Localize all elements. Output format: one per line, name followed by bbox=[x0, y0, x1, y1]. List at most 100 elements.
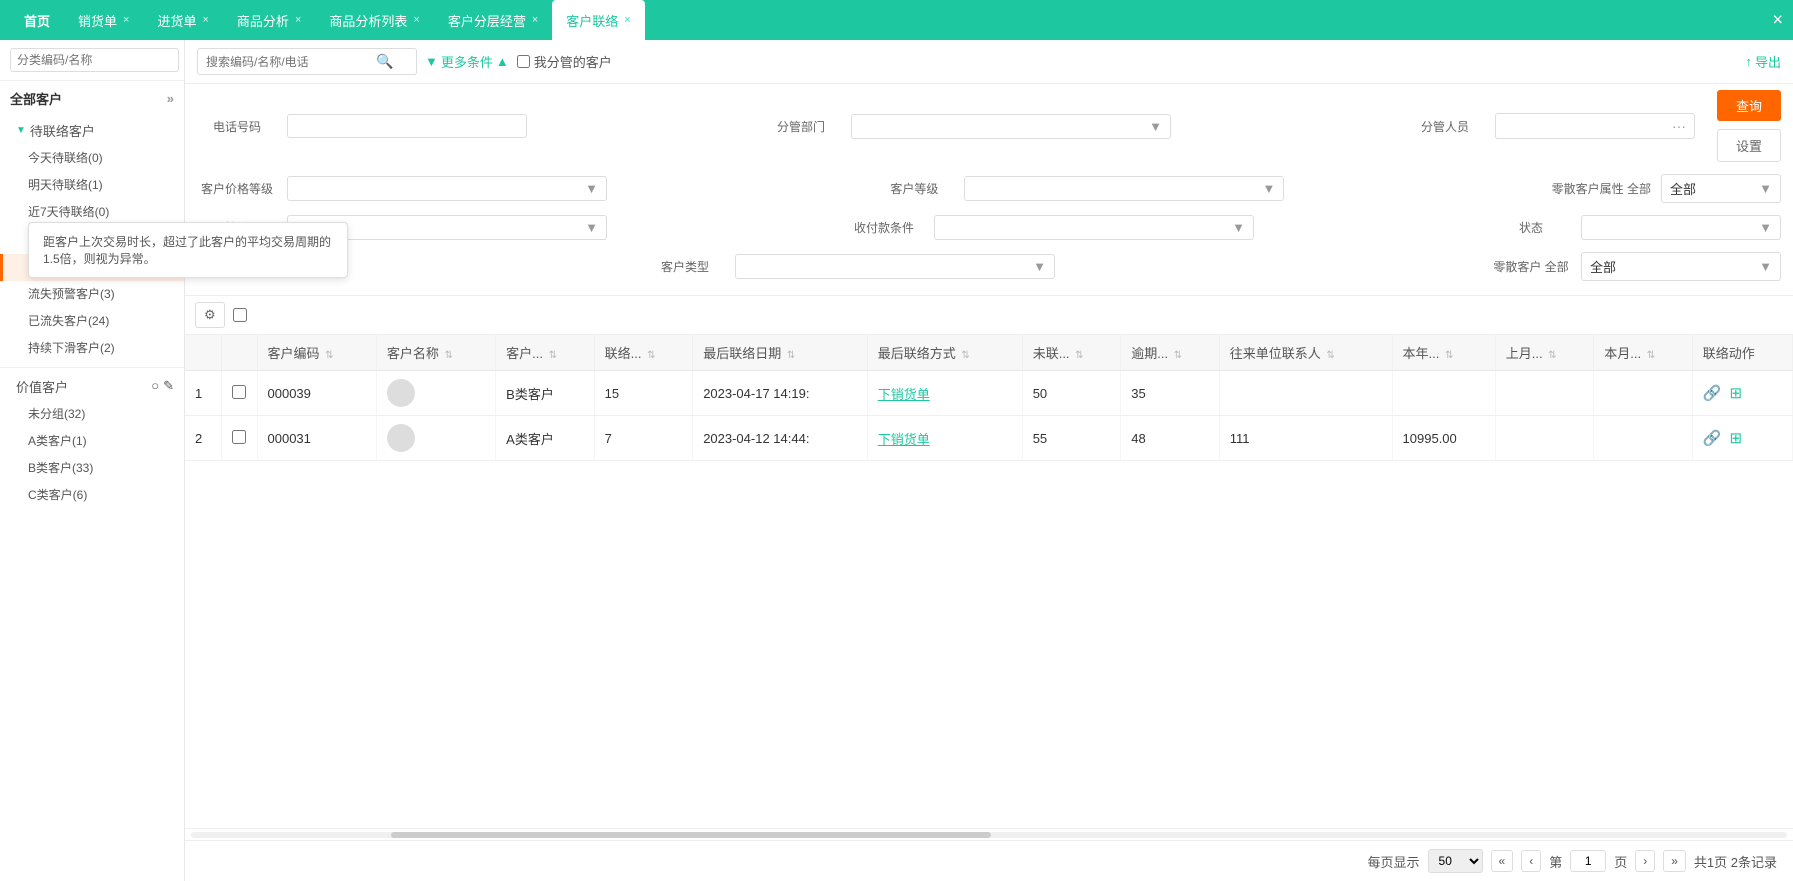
next-page-button[interactable]: › bbox=[1635, 850, 1655, 872]
th-overdue[interactable]: 逾期... ⇅ bbox=[1121, 335, 1220, 371]
cell-last-method-1[interactable]: 下销货单 bbox=[867, 371, 1022, 416]
action-link-icon-2[interactable]: 🔗 bbox=[1703, 429, 1722, 447]
action-grid-icon-1[interactable]: ⊞ bbox=[1729, 384, 1742, 402]
phone-input[interactable] bbox=[287, 114, 527, 138]
horizontal-scrollbar[interactable] bbox=[185, 828, 1793, 840]
th-contact-person[interactable]: 往来单位联系人 ⇅ bbox=[1219, 335, 1392, 371]
sidebar-item-a-class[interactable]: A类客户(1) bbox=[0, 428, 184, 455]
dept-select[interactable]: ▼ bbox=[851, 114, 1171, 139]
sidebar-item-ungroup[interactable]: 未分组(32) bbox=[0, 401, 184, 428]
nav-purchase[interactable]: 进货单 × bbox=[143, 0, 222, 40]
sidebar-group-pending[interactable]: ▼ 待联络客户 bbox=[0, 116, 184, 145]
th-this-year[interactable]: 本年... ⇅ bbox=[1392, 335, 1495, 371]
main-layout: 🔍 全部客户 » ▼ 待联络客户 今天待联络(0) 明天待联络(1) 近7天待联… bbox=[0, 40, 1793, 881]
main-search-input[interactable] bbox=[206, 55, 376, 69]
settings-button[interactable]: 设置 bbox=[1717, 129, 1781, 162]
th-this-month[interactable]: 本月... ⇅ bbox=[1594, 335, 1693, 371]
close-product-analysis-icon[interactable]: × bbox=[295, 14, 301, 26]
th-last-method[interactable]: 最后联络方式 ⇅ bbox=[867, 335, 1022, 371]
status-arrow-icon: ▼ bbox=[1759, 220, 1772, 235]
manager-select[interactable]: ··· bbox=[1495, 113, 1695, 139]
more-conditions-button[interactable]: ▼ 更多条件 ▲ bbox=[425, 52, 509, 71]
sidebar-item-c-class[interactable]: C类客户(6) bbox=[0, 482, 184, 509]
select-all-checkbox[interactable] bbox=[233, 308, 247, 322]
th-no-contact[interactable]: 未联... ⇅ bbox=[1022, 335, 1121, 371]
gear-button[interactable]: ⚙ bbox=[195, 302, 225, 328]
close-purchase-icon[interactable]: × bbox=[202, 14, 208, 26]
cell-overdue-2: 48 bbox=[1121, 416, 1220, 461]
cell-name-1[interactable] bbox=[376, 371, 495, 416]
cell-checkbox-2[interactable] bbox=[221, 416, 257, 461]
cell-last-month-1 bbox=[1495, 371, 1594, 416]
first-page-button[interactable]: « bbox=[1491, 850, 1514, 872]
cell-last-month-2 bbox=[1495, 416, 1594, 461]
cell-contact-person-2: 111 bbox=[1219, 416, 1392, 461]
nav-home[interactable]: 首页 bbox=[10, 0, 64, 40]
close-contact-icon[interactable]: × bbox=[624, 14, 630, 26]
price-level-arrow-icon: ▼ bbox=[585, 181, 598, 196]
th-last-date[interactable]: 最后联络日期 ⇅ bbox=[693, 335, 868, 371]
top-nav: 首页 销货单 × 进货单 × 商品分析 × 商品分析列表 × 客户分层经营 × … bbox=[0, 0, 1793, 40]
last-method-link-2[interactable]: 下销货单 bbox=[878, 432, 930, 447]
row-checkbox-2[interactable] bbox=[232, 430, 246, 444]
nav-customer-segmentation[interactable]: 客户分层经营 × bbox=[434, 0, 552, 40]
close-all-tabs-button[interactable]: × bbox=[1772, 10, 1783, 31]
status-select[interactable]: ▼ bbox=[1581, 215, 1781, 240]
sidebar-search-input[interactable] bbox=[10, 48, 179, 72]
sidebar-item-declining[interactable]: 持续下滑客户(2) bbox=[0, 335, 184, 362]
circle-icon[interactable]: ○ bbox=[151, 378, 159, 394]
nav-product-analysis[interactable]: 商品分析 × bbox=[223, 0, 315, 40]
th-contact-count[interactable]: 联络... ⇅ bbox=[594, 335, 693, 371]
sidebar-value-group-header[interactable]: 价值客户 ○ ✎ bbox=[0, 372, 184, 401]
customer-type-select[interactable]: ▼ bbox=[735, 254, 1055, 279]
sidebar-item-churned[interactable]: 已流失客户(24) bbox=[0, 308, 184, 335]
nav-product-list[interactable]: 商品分析列表 × bbox=[315, 0, 433, 40]
action-link-icon-1[interactable]: 🔗 bbox=[1703, 384, 1722, 402]
page-number-input[interactable] bbox=[1570, 850, 1606, 872]
my-customers-checkbox-label[interactable]: 我分管的客户 bbox=[517, 52, 612, 71]
close-sales-icon[interactable]: × bbox=[123, 14, 129, 26]
sidebar-collapse-icon[interactable]: » bbox=[167, 91, 174, 106]
last-method-link-1[interactable]: 下销货单 bbox=[878, 387, 930, 402]
sidebar-item-tomorrow[interactable]: 明天待联络(1) bbox=[0, 172, 184, 199]
main-search-icon[interactable]: 🔍 bbox=[376, 53, 393, 70]
cell-name-2[interactable] bbox=[376, 416, 495, 461]
manager-label: 分管人员 bbox=[1405, 118, 1485, 135]
customer-level-select[interactable]: ▼ bbox=[964, 176, 1284, 201]
nav-customer-contact[interactable]: 客户联络 × bbox=[552, 0, 644, 40]
content-area: 🔍 ▼ 更多条件 ▲ 我分管的客户 ↑ 导出 电话号码 bbox=[185, 40, 1793, 881]
search-box: 🔍 bbox=[197, 48, 417, 75]
close-segmentation-icon[interactable]: × bbox=[532, 14, 538, 26]
row-checkbox-1[interactable] bbox=[232, 385, 246, 399]
cell-no-contact-2: 55 bbox=[1022, 416, 1121, 461]
th-name[interactable]: 客户名称 ⇅ bbox=[376, 335, 495, 371]
th-code[interactable]: 客户编码 ⇅ bbox=[257, 335, 376, 371]
sidebar-item-churn-warning[interactable]: 流失预警客户(3) bbox=[0, 281, 184, 308]
sidebar-item-today[interactable]: 今天待联络(0) bbox=[0, 145, 184, 172]
sidebar-divider bbox=[0, 367, 184, 368]
retail-customer-select[interactable]: 全部 ▼ bbox=[1581, 252, 1781, 281]
action-grid-icon-2[interactable]: ⊞ bbox=[1729, 429, 1742, 447]
scrollbar-thumb[interactable] bbox=[391, 832, 991, 838]
retail-attr-select[interactable]: 全部 ▼ bbox=[1661, 174, 1781, 203]
manager-dots-icon[interactable]: ··· bbox=[1672, 118, 1686, 134]
edit-icon[interactable]: ✎ bbox=[163, 378, 174, 394]
sidebar-item-b-class[interactable]: B类客户(33) bbox=[0, 455, 184, 482]
per-page-select[interactable]: 50 20 100 bbox=[1428, 849, 1483, 873]
nav-sales[interactable]: 销货单 × bbox=[64, 0, 143, 40]
payment-select[interactable]: ▼ bbox=[934, 215, 1254, 240]
last-page-button[interactable]: » bbox=[1663, 850, 1686, 872]
price-level-select[interactable]: ▼ bbox=[287, 176, 607, 201]
cell-checkbox-1[interactable] bbox=[221, 371, 257, 416]
th-level[interactable]: 客户... ⇅ bbox=[496, 335, 595, 371]
th-last-month[interactable]: 上月... ⇅ bbox=[1495, 335, 1594, 371]
my-customers-checkbox[interactable] bbox=[517, 55, 530, 68]
scrollbar-track[interactable] bbox=[191, 832, 1787, 838]
cell-no-contact-1: 50 bbox=[1022, 371, 1121, 416]
query-button[interactable]: 查询 bbox=[1717, 90, 1781, 121]
close-product-list-icon[interactable]: × bbox=[413, 14, 419, 26]
cell-last-method-2[interactable]: 下销货单 bbox=[867, 416, 1022, 461]
export-button[interactable]: ↑ 导出 bbox=[1745, 52, 1781, 71]
cell-code-1: 000039 bbox=[257, 371, 376, 416]
prev-page-button[interactable]: ‹ bbox=[1521, 850, 1541, 872]
